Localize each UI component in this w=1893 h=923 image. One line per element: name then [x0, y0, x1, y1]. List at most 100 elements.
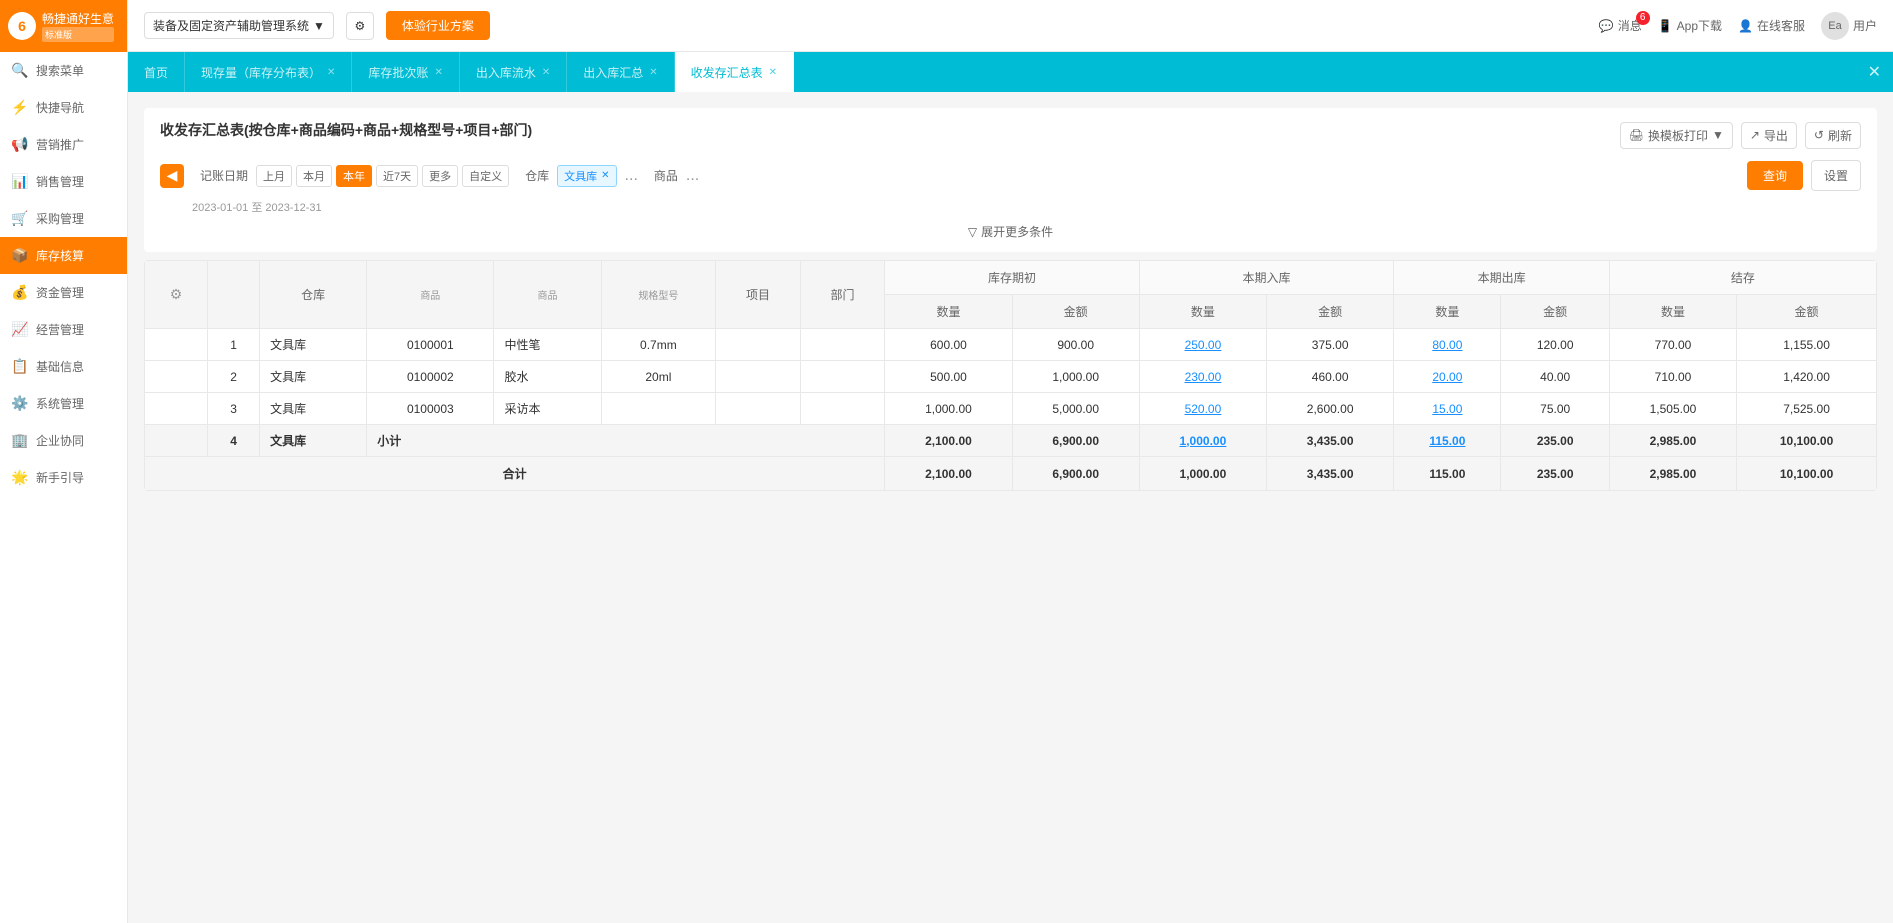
col-dept-header: 部门: [800, 261, 885, 329]
row-spec: 20ml: [601, 361, 716, 393]
tab-close-inout-summary[interactable]: ✕: [649, 67, 657, 78]
date-btn-this-month[interactable]: 本月: [296, 165, 332, 187]
trial-button[interactable]: 体验行业方案: [386, 11, 490, 40]
sidebar-item-marketing[interactable]: 📢 营销推广: [0, 126, 127, 163]
product-more-button[interactable]: ...: [686, 167, 699, 185]
page-title: 收发存汇总表(按仓库+商品编码+商品+规格型号+项目+部门): [160, 120, 532, 140]
sidebar-menu: 🔍 搜索菜单 ⚡ 快捷导航 📢 营销推广 📊 销售管理 🛒 采购管理 📦 库存核…: [0, 52, 127, 923]
sidebar-item-purchase[interactable]: 🛒 采购管理: [0, 200, 127, 237]
row-out-qty[interactable]: 115.00: [1394, 425, 1501, 457]
date-btn-last-month[interactable]: 上月: [256, 165, 292, 187]
sidebar-item-inventory[interactable]: 📦 库存核算: [0, 237, 127, 274]
row-out-qty[interactable]: 15.00: [1394, 393, 1501, 425]
row-in-qty[interactable]: 1,000.00: [1139, 425, 1266, 457]
row-open-qty: 2,100.00: [885, 425, 1012, 457]
close-all-tabs-button[interactable]: ✕: [1856, 62, 1893, 82]
row-out-qty[interactable]: 80.00: [1394, 329, 1501, 361]
expand-more-button[interactable]: ▽ 展开更多条件: [968, 223, 1053, 240]
warehouse-tag-remove[interactable]: ✕: [601, 170, 609, 181]
tab-close-batch[interactable]: ✕: [434, 67, 442, 78]
row-settings: [145, 393, 208, 425]
operations-icon: 📈: [12, 322, 28, 338]
tab-batch[interactable]: 库存批次账 ✕: [352, 52, 459, 92]
warehouse-more-button[interactable]: ...: [625, 167, 638, 185]
date-buttons: 上月 本月 本年 近7天 更多 自定义: [256, 165, 509, 187]
row-close-amt: 1,420.00: [1737, 361, 1877, 393]
col-opening-amt: 金额: [1012, 295, 1139, 329]
sidebar-item-system[interactable]: ⚙️ 系统管理: [0, 385, 127, 422]
sidebar-item-basic[interactable]: 📋 基础信息: [0, 348, 127, 385]
row-name: 采访本: [494, 393, 601, 425]
row-in-qty[interactable]: 520.00: [1139, 393, 1266, 425]
tab-home[interactable]: 首页: [128, 52, 185, 92]
row-open-amt: 5,000.00: [1012, 393, 1139, 425]
row-name: 胶水: [494, 361, 601, 393]
topbar: 装备及固定资产辅助管理系统 ▼ ⚙ 体验行业方案 💬 消息 6 📱 App下载 …: [128, 0, 1893, 52]
footer-in-amt: 3,435.00: [1267, 457, 1394, 491]
row-close-qty: 770.00: [1609, 329, 1736, 361]
row-settings: [145, 361, 208, 393]
row-in-amt: 460.00: [1267, 361, 1394, 393]
date-btn-7days[interactable]: 近7天: [376, 165, 418, 187]
row-code: 0100002: [367, 361, 494, 393]
refresh-icon: ↺: [1814, 128, 1824, 142]
col-settings-header[interactable]: ⚙: [145, 261, 208, 329]
row-in-amt: 3,435.00: [1267, 425, 1394, 457]
sidebar-item-search[interactable]: 🔍 搜索菜单: [0, 52, 127, 89]
topbar-right: 💬 消息 6 📱 App下载 👤 在线客服 Ea 用户: [1599, 12, 1877, 40]
row-project: [716, 329, 801, 361]
row-no: 3: [208, 393, 260, 425]
sidebar-item-operations[interactable]: 📈 经营管理: [0, 311, 127, 348]
col-closing-header: 结存: [1609, 261, 1876, 295]
tab-close-receive-summary[interactable]: ✕: [769, 67, 777, 78]
query-button[interactable]: 查询: [1747, 161, 1803, 190]
date-btn-more[interactable]: 更多: [422, 165, 458, 187]
system-icon: ⚙️: [12, 396, 28, 412]
message-button[interactable]: 💬 消息 6: [1599, 17, 1642, 34]
online-service-button[interactable]: 👤 在线客服: [1738, 17, 1805, 34]
marketing-icon: 📢: [12, 137, 28, 153]
footer-open-amt: 6,900.00: [1012, 457, 1139, 491]
row-settings: [145, 329, 208, 361]
content-area: 收发存汇总表(按仓库+商品编码+商品+规格型号+项目+部门) 🖨 换模板打印 ▼…: [128, 92, 1893, 923]
sidebar-item-corp[interactable]: 🏢 企业协同: [0, 422, 127, 459]
arrow-left-icon: ◀: [167, 167, 178, 184]
warehouse-tag[interactable]: 文具库 ✕: [557, 165, 616, 187]
user-menu[interactable]: Ea 用户: [1821, 12, 1877, 40]
date-btn-this-year[interactable]: 本年: [336, 165, 372, 187]
row-out-qty[interactable]: 20.00: [1394, 361, 1501, 393]
search-icon: 🔍: [12, 63, 28, 79]
tab-inventory-dist[interactable]: 现存量（库存分布表） ✕: [185, 52, 352, 92]
sidebar-logo: 6 畅捷通好生意 标准版: [0, 0, 127, 52]
filter-toggle[interactable]: ◀: [160, 164, 184, 188]
date-btn-custom[interactable]: 自定义: [462, 165, 509, 187]
settings-button[interactable]: ⚙: [346, 12, 374, 40]
print-button[interactable]: 🖨 换模板打印 ▼: [1620, 122, 1733, 149]
avatar: Ea: [1821, 12, 1849, 40]
table-settings-icon[interactable]: ⚙: [170, 286, 183, 302]
sidebar-item-guide[interactable]: 🌟 新手引导: [0, 459, 127, 496]
tab-receive-summary[interactable]: 收发存汇总表 ✕: [675, 52, 794, 92]
col-close-qty: 数量: [1609, 295, 1736, 329]
app-download-button[interactable]: 📱 App下载: [1658, 17, 1722, 34]
date-filter: 记账日期 上月 本月 本年 近7天 更多 自定义: [200, 165, 509, 187]
sidebar-item-finance[interactable]: 💰 资金管理: [0, 274, 127, 311]
filter-settings-button[interactable]: 设置: [1811, 160, 1861, 191]
row-in-qty[interactable]: 230.00: [1139, 361, 1266, 393]
row-in-qty[interactable]: 250.00: [1139, 329, 1266, 361]
tab-close-inout-flow[interactable]: ✕: [542, 67, 550, 78]
tab-inout-flow[interactable]: 出入库流水 ✕: [460, 52, 567, 92]
page-header: 收发存汇总表(按仓库+商品编码+商品+规格型号+项目+部门) 🖨 换模板打印 ▼…: [144, 108, 1877, 252]
warehouse-filter: 仓库 文具库 ✕ ...: [525, 165, 638, 187]
sidebar-item-sales[interactable]: 📊 销售管理: [0, 163, 127, 200]
tab-inout-summary[interactable]: 出入库汇总 ✕: [567, 52, 674, 92]
tab-close-inventory-dist[interactable]: ✕: [327, 67, 335, 78]
sidebar-item-quick-nav[interactable]: ⚡ 快捷导航: [0, 89, 127, 126]
export-button[interactable]: ↗ 导出: [1741, 122, 1797, 149]
refresh-button[interactable]: ↺ 刷新: [1805, 122, 1861, 149]
row-open-qty: 1,000.00: [885, 393, 1012, 425]
footer-close-qty: 2,985.00: [1609, 457, 1736, 491]
system-selector[interactable]: 装备及固定资产辅助管理系统 ▼: [144, 12, 334, 39]
message-icon: 💬: [1599, 19, 1614, 33]
col-in-header: 本期入库: [1139, 261, 1393, 295]
